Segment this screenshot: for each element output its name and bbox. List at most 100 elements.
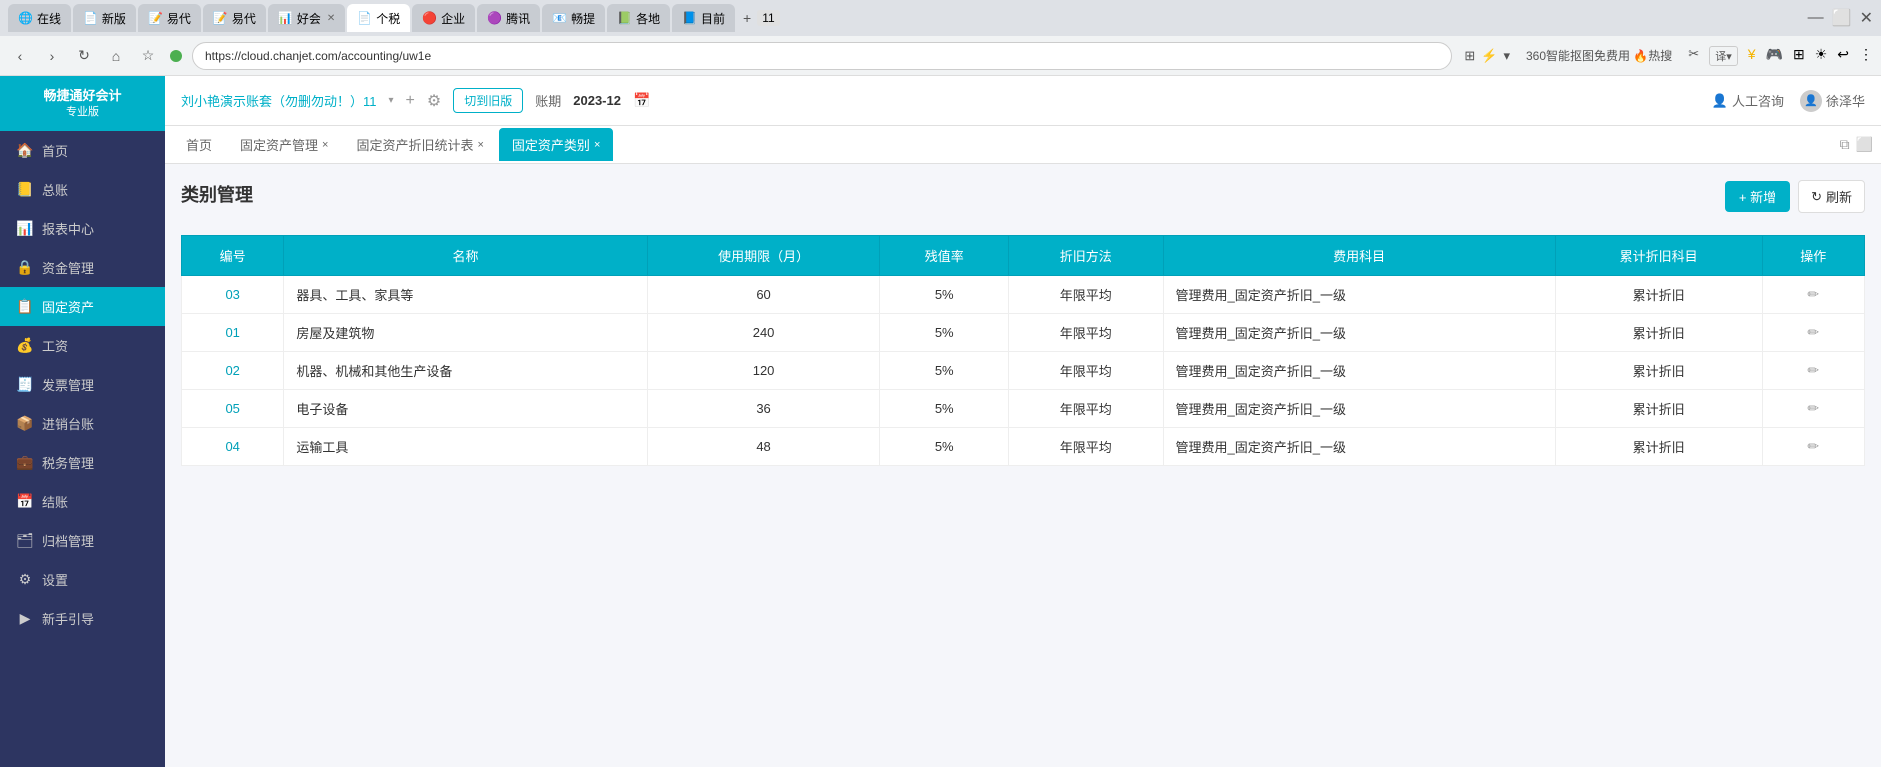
company-name[interactable]: 刘小艳演示账套（勿删勿动！）11 xyxy=(181,91,377,110)
browser-tabs: 🌐 在线 📄 新版 📝 易代 📝 易代 📊 好会 ✕ 📄 个税 🔴 企业 xyxy=(8,4,1804,32)
close-window-btn[interactable]: ✕ xyxy=(1860,8,1873,28)
sidebar-item-inventory[interactable]: 📦 进销台账 xyxy=(0,404,165,443)
add-btn[interactable]: + 新增 xyxy=(1725,181,1790,212)
browser-tab-geshuui[interactable]: 📄 个税 xyxy=(347,4,410,32)
browser-tab-bar: 🌐 在线 📄 新版 📝 易代 📝 易代 📊 好会 ✕ 📄 个税 🔴 企业 xyxy=(0,0,1881,36)
address-icons: ⊞ ⚡ ▾ xyxy=(1464,48,1510,64)
cell-accumulated-1: 累计折旧 xyxy=(1555,314,1762,352)
switch-version-btn[interactable]: 切到旧版 xyxy=(453,88,523,113)
address-icon1[interactable]: ⊞ xyxy=(1464,48,1475,64)
user-area[interactable]: 👤 徐泽华 xyxy=(1800,90,1865,112)
cell-action-2[interactable]: ✏ xyxy=(1762,352,1864,390)
user-avatar: 👤 xyxy=(1800,90,1822,112)
sidebar-item-capital[interactable]: 🔒 资金管理 xyxy=(0,248,165,287)
add-company-btn[interactable]: + xyxy=(406,92,415,110)
header-right: 👤 人工咨询 👤 徐泽华 xyxy=(1712,90,1865,112)
home-btn[interactable]: ⌂ xyxy=(104,44,128,68)
sidebar-item-invoice[interactable]: 🧾 发票管理 xyxy=(0,365,165,404)
col-code: 编号 xyxy=(182,236,284,276)
browser-tab-xinban[interactable]: 📄 新版 xyxy=(73,4,136,32)
sidebar-item-payroll[interactable]: 💰 工资 xyxy=(0,326,165,365)
page-header-row: 类别管理 + 新增 ↻ 刷新 xyxy=(181,180,1865,223)
cell-action-4[interactable]: ✏ xyxy=(1762,428,1864,466)
address-bar[interactable] xyxy=(192,42,1452,70)
brightness-icon[interactable]: ☀ xyxy=(1815,46,1828,66)
col-months: 使用期限（月） xyxy=(647,236,880,276)
tab-count-badge[interactable]: 11 xyxy=(757,10,779,26)
sidebar-item-settings[interactable]: ⚙ 设置 xyxy=(0,560,165,599)
edit-icon-3[interactable]: ✏ xyxy=(1807,400,1819,416)
cell-accumulated-3: 累计折旧 xyxy=(1555,390,1762,428)
refresh-btn[interactable]: ↻ 刷新 xyxy=(1798,180,1865,213)
browser-tab-haohui[interactable]: 📊 好会 ✕ xyxy=(268,4,345,32)
tab-fixed-category[interactable]: 固定资产类别 × xyxy=(499,128,613,161)
tab-close-depreciation[interactable]: × xyxy=(477,139,483,151)
sidebar-item-fixed[interactable]: 📋 固定资产 xyxy=(0,287,165,326)
sidebar-item-guide[interactable]: ▶ 新手引导 xyxy=(0,599,165,638)
sidebar-label-payroll: 工资 xyxy=(42,336,68,355)
browser-tab-close-haohui[interactable]: ✕ xyxy=(327,13,335,24)
category-table: 编号 名称 使用期限（月） 残值率 折旧方法 费用科目 累计折旧科目 操作 03… xyxy=(181,235,1865,466)
table-row: 01 房屋及建筑物 240 5% 年限平均 管理费用_固定资产折旧_一级 累计折… xyxy=(182,314,1865,352)
cell-action-3[interactable]: ✏ xyxy=(1762,390,1864,428)
tab-close-fixed-mgmt[interactable]: × xyxy=(322,139,328,151)
tab-depreciation-table[interactable]: 固定资产折旧统计表 × xyxy=(343,128,496,161)
sidebar-label-guide: 新手引导 xyxy=(42,609,94,628)
back-btn[interactable]: ‹ xyxy=(8,44,32,68)
restore-icon[interactable]: ⧉ xyxy=(1840,136,1850,153)
browser-tab-tencent[interactable]: 🟣 腾讯 xyxy=(477,4,540,32)
page-title: 类别管理 xyxy=(181,181,253,207)
sidebar-item-reports[interactable]: 📊 报表中心 xyxy=(0,209,165,248)
minimize-btn[interactable]: — xyxy=(1808,9,1824,27)
edit-icon-2[interactable]: ✏ xyxy=(1807,362,1819,378)
tab-home[interactable]: 首页 xyxy=(173,128,225,161)
undo-icon[interactable]: ↩ xyxy=(1837,46,1849,66)
sidebar-item-home[interactable]: 🏠 首页 xyxy=(0,131,165,170)
cut-icon[interactable]: ✂ xyxy=(1688,46,1699,66)
edit-icon-0[interactable]: ✏ xyxy=(1807,286,1819,302)
company-dropdown-icon[interactable]: ▾ xyxy=(389,95,394,106)
grid-icon[interactable]: ⊞ xyxy=(1793,46,1805,66)
settings-btn[interactable]: ⚙ xyxy=(427,91,441,111)
guide-icon: ▶ xyxy=(16,610,34,627)
sidebar-item-tax[interactable]: 💼 税务管理 xyxy=(0,443,165,482)
service-area[interactable]: 👤 人工咨询 xyxy=(1712,91,1784,110)
browser-tab-yidai2[interactable]: 📝 易代 xyxy=(203,4,266,32)
forward-btn[interactable]: › xyxy=(40,44,64,68)
lightning-icon[interactable]: ⚡ xyxy=(1481,48,1497,64)
bookmark-btn[interactable]: ☆ xyxy=(136,44,160,68)
maximize-content-icon[interactable]: ⬜ xyxy=(1856,136,1873,153)
coin-icon[interactable]: ¥ xyxy=(1748,46,1756,66)
browser-tab-zaixian[interactable]: 🌐 在线 xyxy=(8,4,71,32)
cell-name-4: 运输工具 xyxy=(284,428,647,466)
browser-tab-changti[interactable]: 📧 畅提 xyxy=(542,4,605,32)
browser-tab-qiye[interactable]: 🔴 企业 xyxy=(412,4,475,32)
maximize-btn[interactable]: ⬜ xyxy=(1832,8,1852,28)
reload-btn[interactable]: ↻ xyxy=(72,44,96,68)
sidebar-item-closing[interactable]: 📅 结账 xyxy=(0,482,165,521)
cell-method-0: 年限平均 xyxy=(1008,276,1163,314)
page-tab-bar: 首页 固定资产管理 × 固定资产折旧统计表 × 固定资产类别 × ⧉ ⬜ xyxy=(165,126,1881,164)
cell-action-0[interactable]: ✏ xyxy=(1762,276,1864,314)
browser-tab-muqian[interactable]: 📘 目前 xyxy=(672,4,735,32)
edit-icon-4[interactable]: ✏ xyxy=(1807,438,1819,454)
tab-close-category[interactable]: × xyxy=(594,139,600,151)
edit-icon-1[interactable]: ✏ xyxy=(1807,324,1819,340)
cell-method-3: 年限平均 xyxy=(1008,390,1163,428)
cell-method-1: 年限平均 xyxy=(1008,314,1163,352)
fixed-icon: 📋 xyxy=(16,298,34,315)
col-action: 操作 xyxy=(1762,236,1864,276)
new-tab-btn[interactable]: + xyxy=(743,10,751,26)
browser-tab-gedi[interactable]: 📗 各地 xyxy=(607,4,670,32)
translate-btn[interactable]: 译▾ xyxy=(1709,46,1738,66)
more-icon[interactable]: ⋮ xyxy=(1859,46,1873,66)
tab-fixed-mgmt[interactable]: 固定资产管理 × xyxy=(227,128,341,161)
browser-tab-yidai1[interactable]: 📝 易代 xyxy=(138,4,201,32)
chevron-down-icon[interactable]: ▾ xyxy=(1503,48,1510,64)
cell-action-1[interactable]: ✏ xyxy=(1762,314,1864,352)
game-icon[interactable]: 🎮 xyxy=(1766,46,1783,66)
sidebar-logo: 畅捷通好会计 专业版 xyxy=(0,76,165,131)
sidebar-item-archive[interactable]: 🗂 归档管理 xyxy=(0,521,165,560)
sidebar-item-ledger[interactable]: 📒 总账 xyxy=(0,170,165,209)
calendar-icon[interactable]: 📅 xyxy=(633,92,650,109)
